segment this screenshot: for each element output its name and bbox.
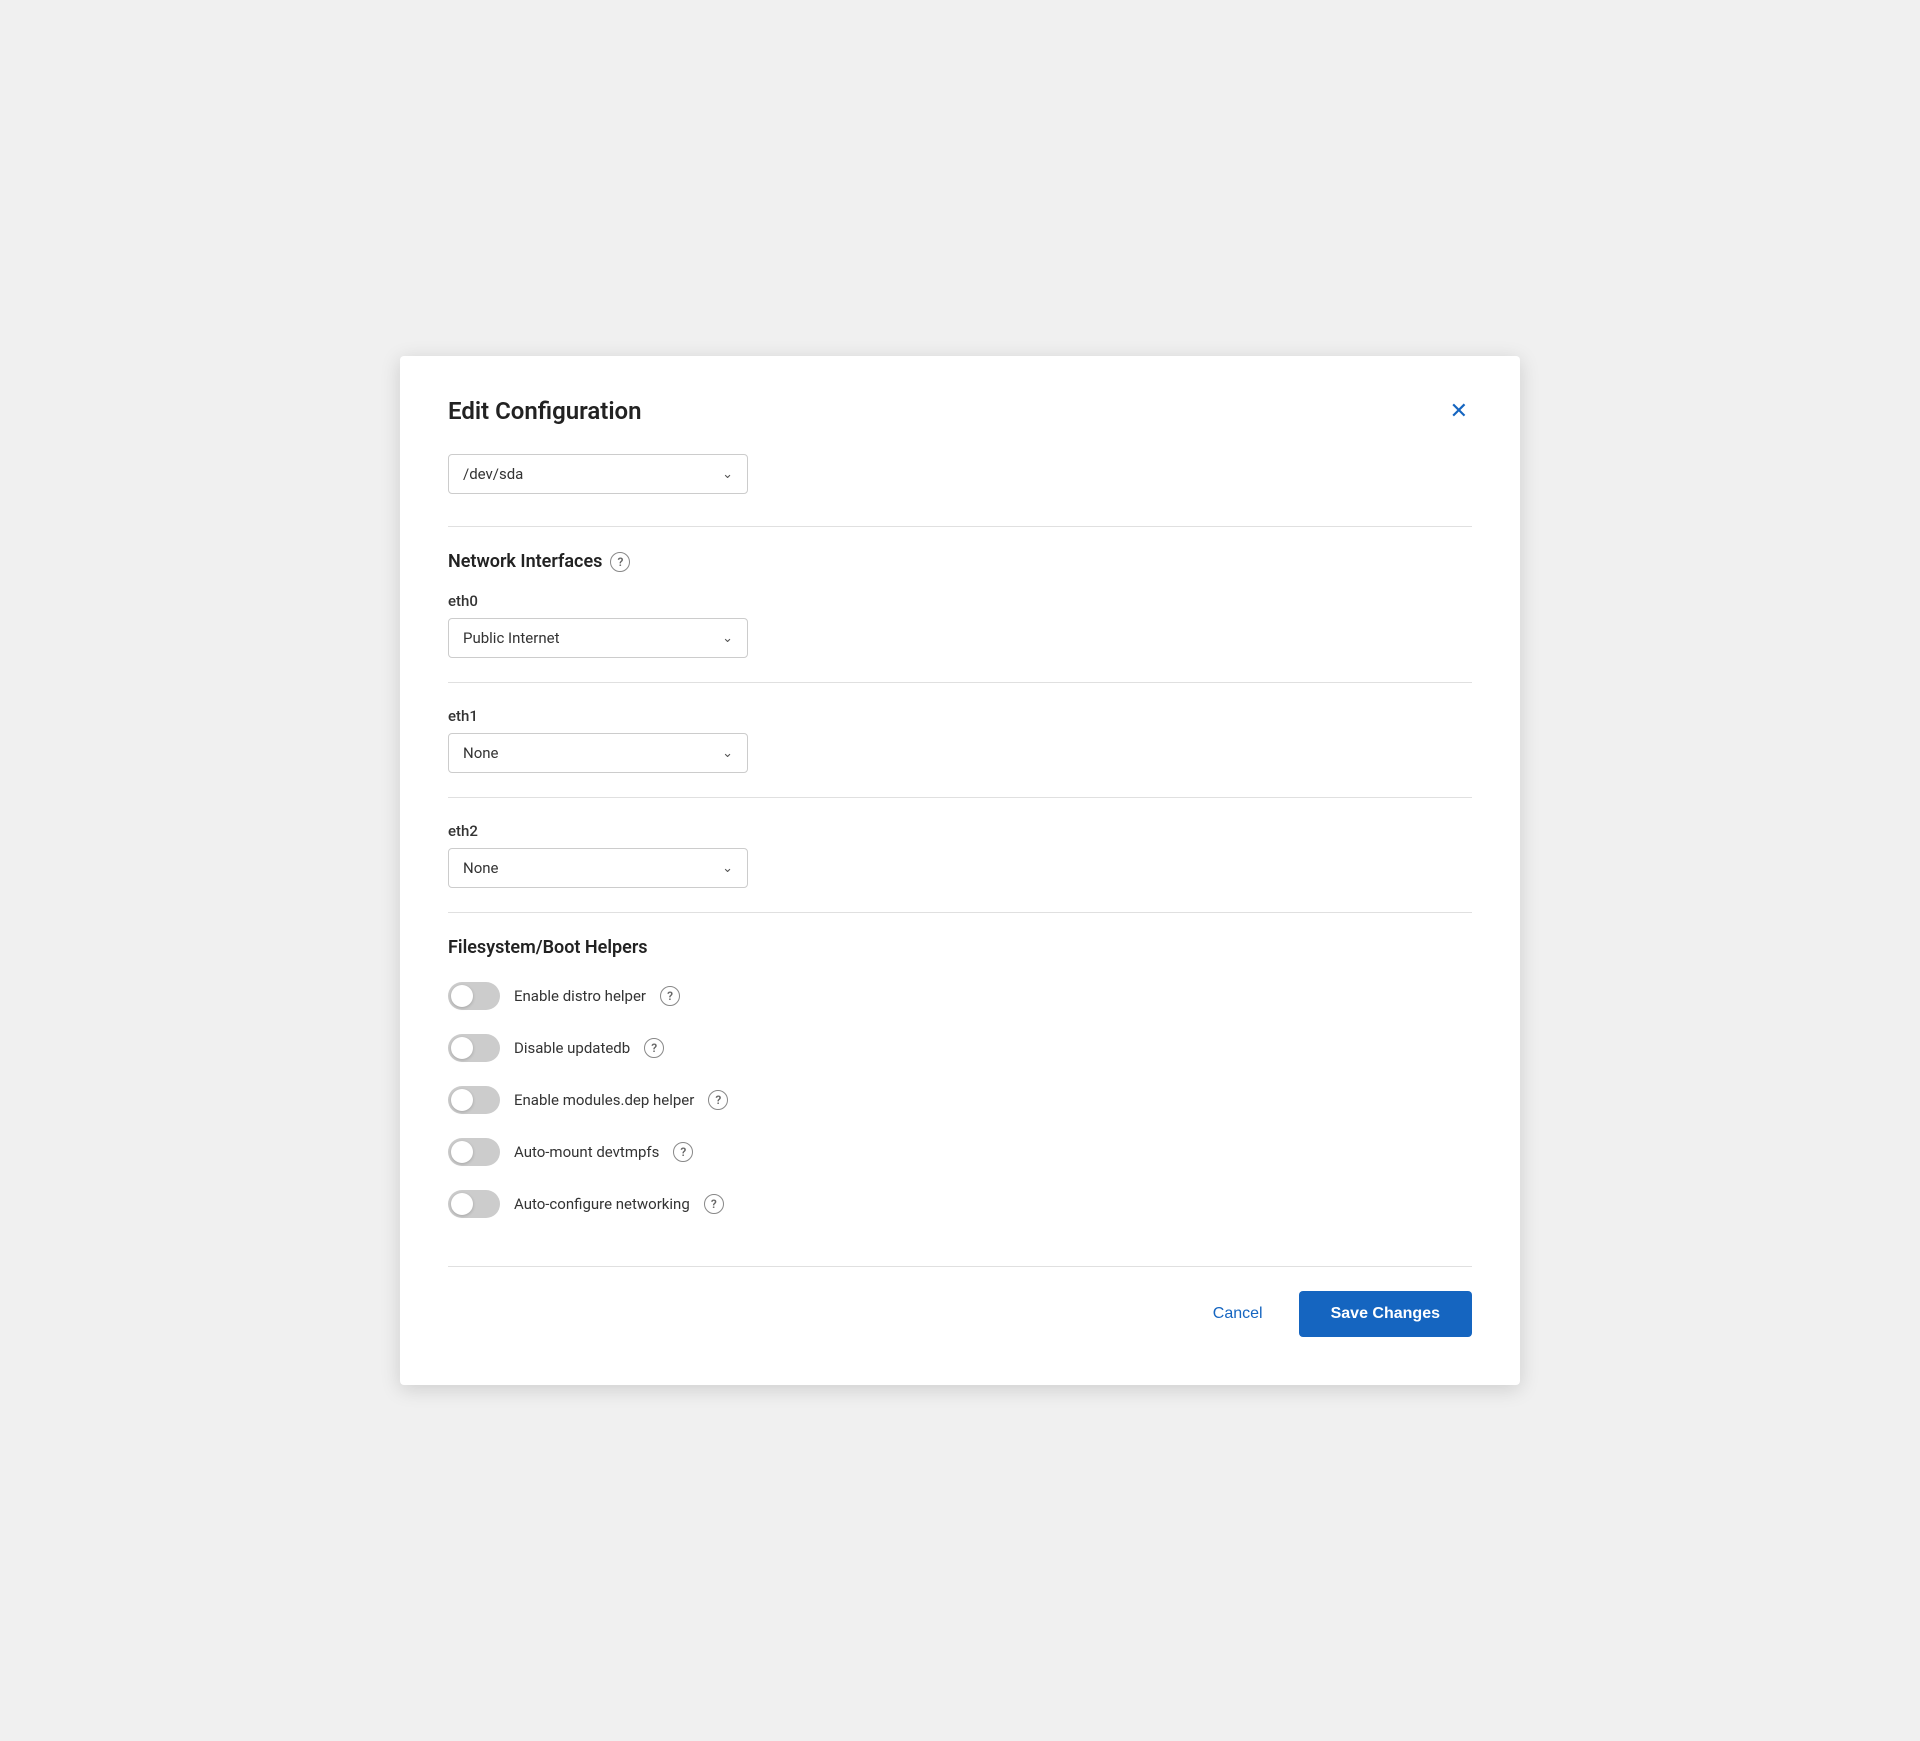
- modules-dep-label: Enable modules.dep helper: [514, 1091, 694, 1109]
- modules-dep-toggle[interactable]: [448, 1086, 500, 1114]
- eth0-interface: eth0 Public Internet ⌄: [448, 592, 1472, 658]
- eth1-label: eth1: [448, 707, 1472, 725]
- auto-network-help-icon[interactable]: ?: [704, 1194, 724, 1214]
- modules-dep-row: Enable modules.dep helper ?: [448, 1086, 1472, 1114]
- divider-4: [448, 912, 1472, 913]
- eth2-interface: eth2 None ⌄: [448, 822, 1472, 888]
- save-changes-button[interactable]: Save Changes: [1299, 1291, 1472, 1337]
- distro-helper-row: Enable distro helper ?: [448, 982, 1472, 1010]
- eth0-label: eth0: [448, 592, 1472, 610]
- network-interfaces-help-icon[interactable]: ?: [610, 552, 630, 572]
- eth1-dropdown[interactable]: None ⌄: [448, 733, 748, 773]
- network-interfaces-section-header: Network Interfaces ?: [448, 551, 1472, 572]
- close-button[interactable]: ✕: [1446, 396, 1472, 426]
- modal-header: Edit Configuration ✕: [448, 396, 1472, 426]
- updatedb-toggle[interactable]: [448, 1034, 500, 1062]
- eth1-chevron-icon: ⌄: [722, 746, 733, 761]
- devtmpfs-label: Auto-mount devtmpfs: [514, 1143, 659, 1161]
- auto-network-label: Auto-configure networking: [514, 1195, 690, 1213]
- devtmpfs-help-icon[interactable]: ?: [673, 1142, 693, 1162]
- eth2-chevron-icon: ⌄: [722, 861, 733, 876]
- updatedb-label: Disable updatedb: [514, 1039, 630, 1057]
- device-dropdown-value: /dev/sda: [463, 465, 523, 483]
- divider-1: [448, 526, 1472, 527]
- modules-dep-help-icon[interactable]: ?: [708, 1090, 728, 1110]
- filesystem-boot-helpers-title: Filesystem/Boot Helpers: [448, 937, 1472, 958]
- distro-helper-toggle[interactable]: [448, 982, 500, 1010]
- modal-title: Edit Configuration: [448, 397, 642, 425]
- devtmpfs-row: Auto-mount devtmpfs ?: [448, 1138, 1472, 1166]
- eth0-chevron-icon: ⌄: [722, 631, 733, 646]
- auto-network-toggle[interactable]: [448, 1190, 500, 1218]
- divider-2: [448, 682, 1472, 683]
- modal-container: Edit Configuration ✕ /dev/sda ⌄ Network …: [400, 356, 1520, 1385]
- chevron-down-icon: ⌄: [722, 467, 733, 482]
- eth1-interface: eth1 None ⌄: [448, 707, 1472, 773]
- close-icon: ✕: [1450, 398, 1468, 423]
- updatedb-help-icon[interactable]: ?: [644, 1038, 664, 1058]
- device-dropdown[interactable]: /dev/sda ⌄: [448, 454, 748, 494]
- modal-footer: Cancel Save Changes: [448, 1266, 1472, 1337]
- network-interfaces-title: Network Interfaces: [448, 551, 602, 572]
- distro-helper-label: Enable distro helper: [514, 987, 646, 1005]
- distro-helper-help-icon[interactable]: ?: [660, 986, 680, 1006]
- eth2-value: None: [463, 859, 499, 877]
- eth2-dropdown[interactable]: None ⌄: [448, 848, 748, 888]
- auto-network-row: Auto-configure networking ?: [448, 1190, 1472, 1218]
- eth0-dropdown[interactable]: Public Internet ⌄: [448, 618, 748, 658]
- cancel-button[interactable]: Cancel: [1193, 1295, 1283, 1333]
- device-dropdown-wrapper: /dev/sda ⌄: [448, 454, 1472, 494]
- updatedb-row: Disable updatedb ?: [448, 1034, 1472, 1062]
- eth2-label: eth2: [448, 822, 1472, 840]
- divider-3: [448, 797, 1472, 798]
- eth0-value: Public Internet: [463, 629, 559, 647]
- eth1-value: None: [463, 744, 499, 762]
- filesystem-boot-helpers-section: Filesystem/Boot Helpers Enable distro he…: [448, 937, 1472, 1218]
- devtmpfs-toggle[interactable]: [448, 1138, 500, 1166]
